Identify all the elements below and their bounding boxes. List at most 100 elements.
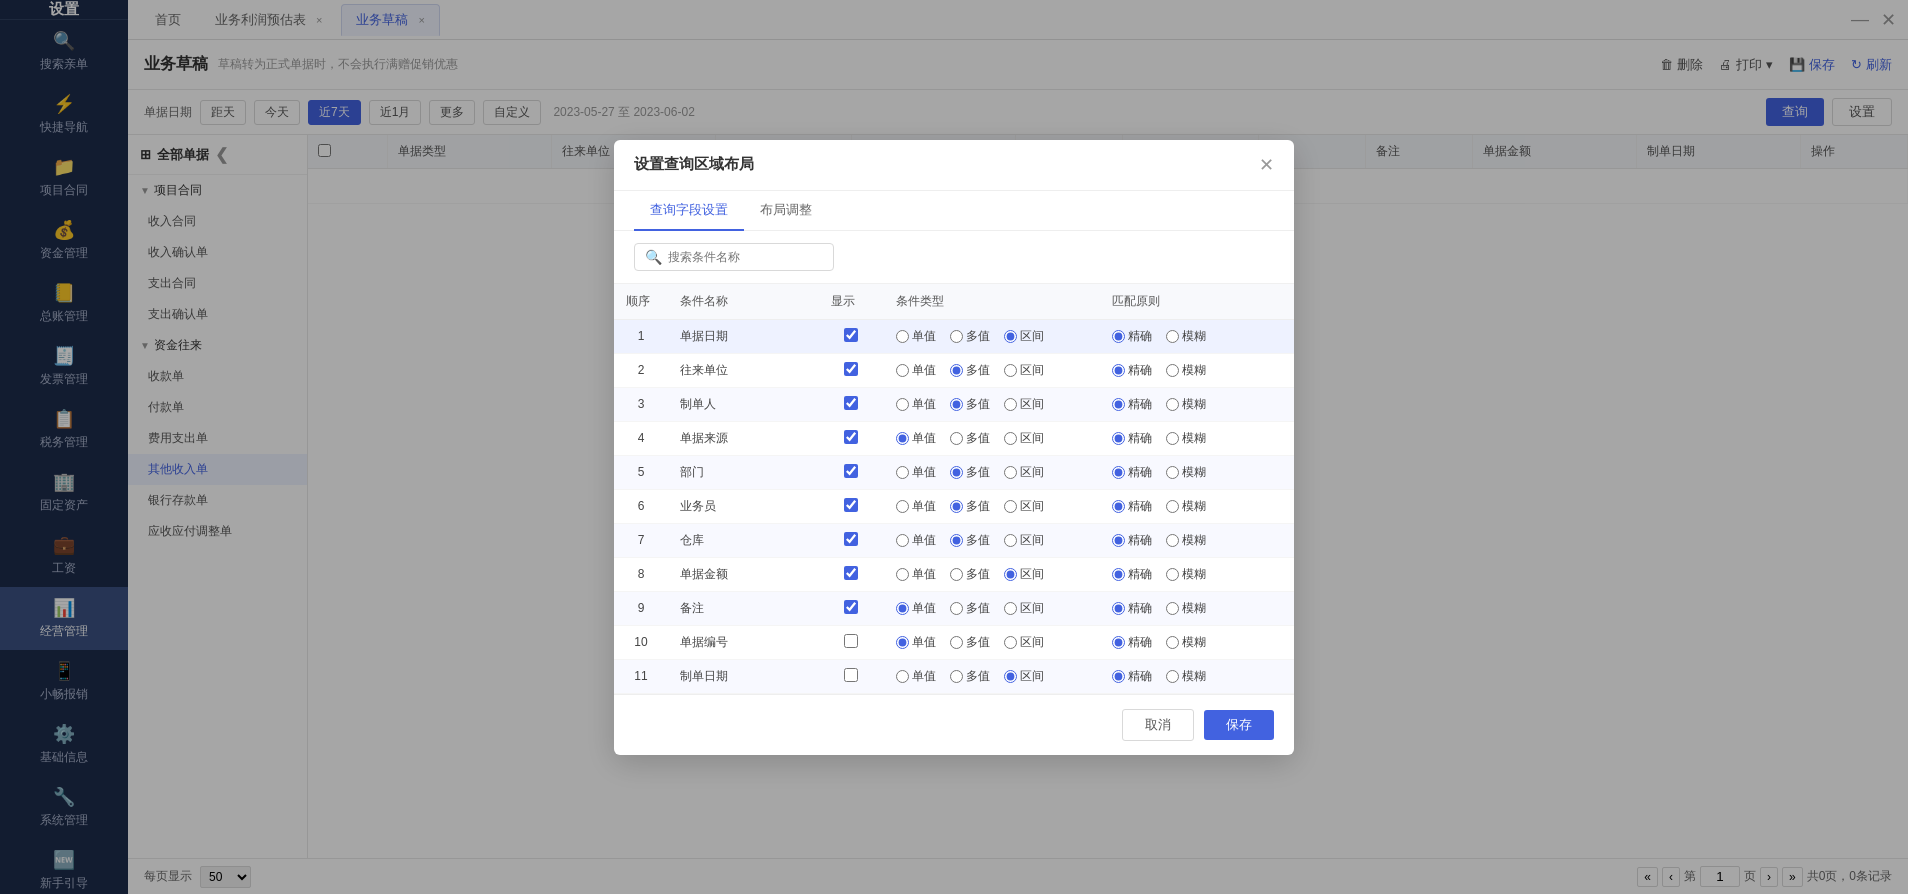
show-checkbox[interactable] (844, 464, 858, 478)
type-radio-单值[interactable]: 单值 (896, 600, 936, 617)
type-radio-区间[interactable]: 区间 (1004, 668, 1044, 685)
type-radio-单值[interactable]: 单值 (896, 566, 936, 583)
type-radio-区间[interactable]: 区间 (1004, 464, 1044, 481)
match-radio-模糊[interactable]: 模糊 (1166, 668, 1206, 685)
modal-search-input[interactable] (668, 250, 823, 264)
type-radio-区间[interactable]: 区间 (1004, 430, 1044, 447)
match-radio-模糊[interactable]: 模糊 (1166, 532, 1206, 549)
type-radio-单值[interactable]: 单值 (896, 396, 936, 413)
match-radio-模糊[interactable]: 模糊 (1166, 600, 1206, 617)
match-radio-精确[interactable]: 精确 (1112, 430, 1152, 447)
type-radio-区间[interactable]: 区间 (1004, 566, 1044, 583)
show-checkbox[interactable] (844, 600, 858, 614)
match-radio-模糊[interactable]: 模糊 (1166, 498, 1206, 515)
row-show[interactable] (819, 591, 884, 625)
row-show[interactable] (819, 319, 884, 353)
match-radio-模糊[interactable]: 模糊 (1166, 566, 1206, 583)
row-type: 单值多值区间 (884, 489, 1100, 523)
match-radio-精确[interactable]: 精确 (1112, 600, 1152, 617)
match-radio-模糊[interactable]: 模糊 (1166, 634, 1206, 651)
match-radio-精确[interactable]: 精确 (1112, 362, 1152, 379)
type-radio-多值[interactable]: 多值 (950, 328, 990, 345)
row-match: 精确模糊 (1100, 659, 1294, 693)
modal-table-wrap: 顺序 条件名称 显示 条件类型 匹配原则 1单据日期单值多值区间精确模糊2往来单… (614, 284, 1294, 694)
row-match: 精确模糊 (1100, 421, 1294, 455)
row-match: 精确模糊 (1100, 489, 1294, 523)
cancel-button[interactable]: 取消 (1122, 709, 1194, 741)
row-match: 精确模糊 (1100, 353, 1294, 387)
type-radio-区间[interactable]: 区间 (1004, 600, 1044, 617)
type-radio-区间[interactable]: 区间 (1004, 328, 1044, 345)
type-radio-单值[interactable]: 单值 (896, 430, 936, 447)
modal-tab-layout[interactable]: 布局调整 (744, 191, 828, 231)
row-show[interactable] (819, 387, 884, 421)
show-checkbox[interactable] (844, 362, 858, 376)
search-wrap: 🔍 (634, 243, 834, 271)
type-radio-多值[interactable]: 多值 (950, 668, 990, 685)
type-radio-区间[interactable]: 区间 (1004, 396, 1044, 413)
match-radio-精确[interactable]: 精确 (1112, 498, 1152, 515)
match-radio-精确[interactable]: 精确 (1112, 566, 1152, 583)
type-radio-多值[interactable]: 多值 (950, 362, 990, 379)
type-radio-多值[interactable]: 多值 (950, 498, 990, 515)
show-checkbox[interactable] (844, 430, 858, 444)
row-show[interactable] (819, 455, 884, 489)
type-radio-多值[interactable]: 多值 (950, 430, 990, 447)
row-show[interactable] (819, 557, 884, 591)
match-radio-精确[interactable]: 精确 (1112, 328, 1152, 345)
type-radio-区间[interactable]: 区间 (1004, 634, 1044, 651)
type-radio-单值[interactable]: 单值 (896, 362, 936, 379)
match-radio-模糊[interactable]: 模糊 (1166, 362, 1206, 379)
row-show[interactable] (819, 659, 884, 693)
type-radio-多值[interactable]: 多值 (950, 566, 990, 583)
match-radio-模糊[interactable]: 模糊 (1166, 396, 1206, 413)
show-checkbox[interactable] (844, 498, 858, 512)
match-radio-精确[interactable]: 精确 (1112, 668, 1152, 685)
match-radio-模糊[interactable]: 模糊 (1166, 464, 1206, 481)
show-checkbox[interactable] (844, 532, 858, 546)
row-match: 精确模糊 (1100, 455, 1294, 489)
row-show[interactable] (819, 353, 884, 387)
match-radio-精确[interactable]: 精确 (1112, 532, 1152, 549)
show-checkbox[interactable] (844, 634, 858, 648)
match-radio-精确[interactable]: 精确 (1112, 396, 1152, 413)
match-radio-模糊[interactable]: 模糊 (1166, 430, 1206, 447)
show-checkbox[interactable] (844, 668, 858, 682)
row-match: 精确模糊 (1100, 591, 1294, 625)
row-show[interactable] (819, 489, 884, 523)
type-radio-多值[interactable]: 多值 (950, 600, 990, 617)
type-radio-区间[interactable]: 区间 (1004, 498, 1044, 515)
row-order: 11 (614, 659, 668, 693)
type-radio-多值[interactable]: 多值 (950, 634, 990, 651)
match-radio-精确[interactable]: 精确 (1112, 464, 1152, 481)
show-checkbox[interactable] (844, 566, 858, 580)
type-radio-区间[interactable]: 区间 (1004, 532, 1044, 549)
type-radio-多值[interactable]: 多值 (950, 464, 990, 481)
type-radio-多值[interactable]: 多值 (950, 532, 990, 549)
row-show[interactable] (819, 421, 884, 455)
row-order: 5 (614, 455, 668, 489)
modal-tab-fields[interactable]: 查询字段设置 (634, 191, 744, 231)
type-radio-单值[interactable]: 单值 (896, 498, 936, 515)
row-name: 备注 (668, 591, 819, 625)
row-show[interactable] (819, 523, 884, 557)
type-radio-多值[interactable]: 多值 (950, 396, 990, 413)
type-radio-单值[interactable]: 单值 (896, 532, 936, 549)
match-radio-模糊[interactable]: 模糊 (1166, 328, 1206, 345)
show-checkbox[interactable] (844, 396, 858, 410)
type-radio-单值[interactable]: 单值 (896, 634, 936, 651)
row-name: 往来单位 (668, 353, 819, 387)
show-checkbox[interactable] (844, 328, 858, 342)
col-name-header: 条件名称 (668, 284, 819, 320)
match-radio-精确[interactable]: 精确 (1112, 634, 1152, 651)
type-radio-单值[interactable]: 单值 (896, 464, 936, 481)
modal-close-button[interactable]: ✕ (1259, 154, 1274, 176)
row-name: 制单日期 (668, 659, 819, 693)
row-show[interactable] (819, 625, 884, 659)
type-radio-单值[interactable]: 单值 (896, 668, 936, 685)
type-radio-单值[interactable]: 单值 (896, 328, 936, 345)
type-radio-区间[interactable]: 区间 (1004, 362, 1044, 379)
row-name: 仓库 (668, 523, 819, 557)
col-match-header: 匹配原则 (1100, 284, 1294, 320)
confirm-save-button[interactable]: 保存 (1204, 710, 1274, 740)
